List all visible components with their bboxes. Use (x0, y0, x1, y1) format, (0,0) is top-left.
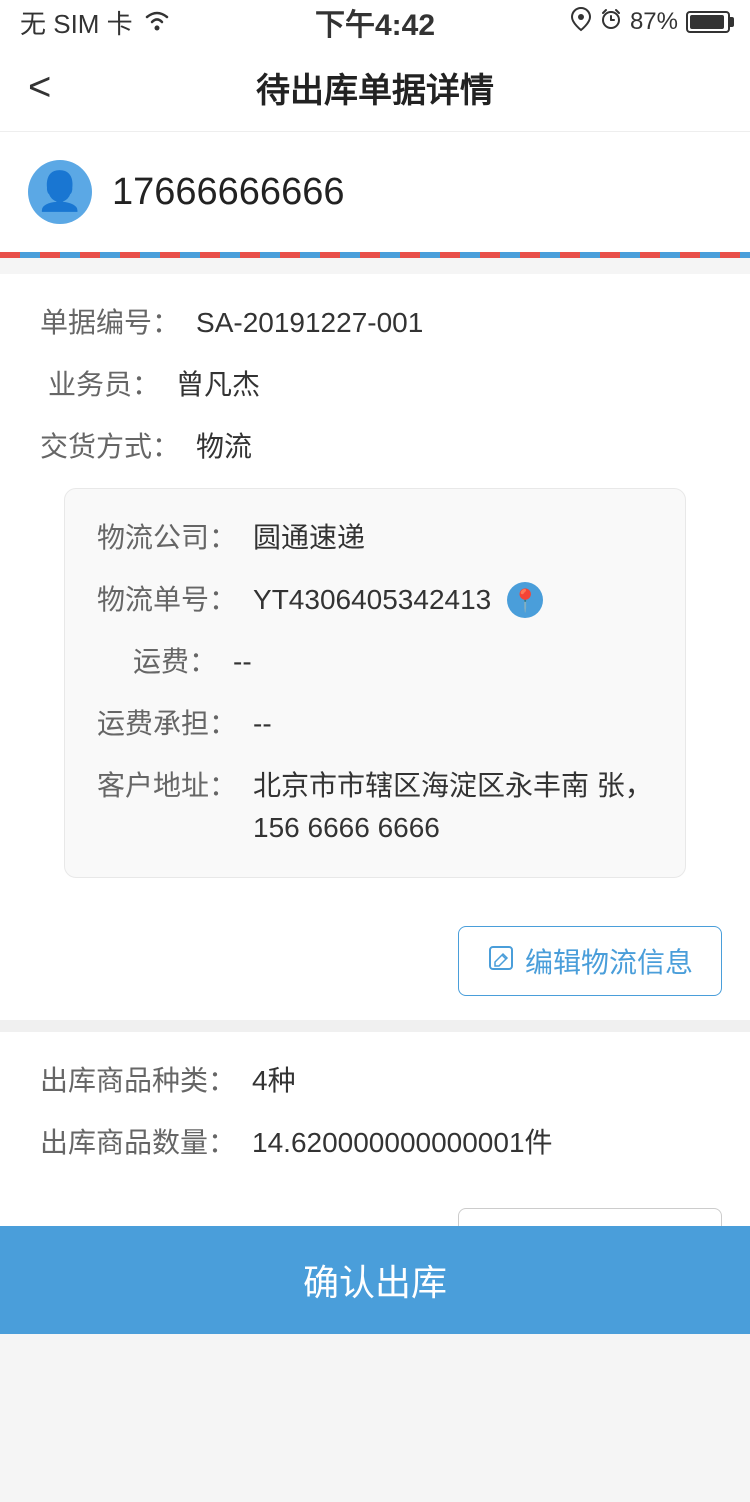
logistics-freight-bearer-label: 运费承担： (97, 703, 237, 745)
location-status-icon (570, 6, 592, 39)
edit-icon (487, 944, 515, 979)
nav-bar: < 待出库单据详情 (0, 44, 750, 132)
salesman-value: 曾凡杰 (176, 364, 710, 406)
goods-types-label: 出库商品种类： (40, 1060, 236, 1102)
delivery-row: 交货方式： 物流 (40, 426, 710, 468)
customer-phone: 17666666666 (112, 171, 344, 214)
logistics-address-label: 客户地址： (97, 765, 237, 807)
dashed-divider (0, 252, 750, 258)
logistics-freight-bearer-value: -- (253, 703, 653, 745)
goods-quantity-label: 出库商品数量： (40, 1122, 236, 1164)
back-button[interactable]: < (28, 65, 51, 110)
goods-quantity-row: 出库商品数量： 14.620000000000001件 (40, 1122, 710, 1164)
logistics-address-row: 客户地址： 北京市市辖区海淀区永丰南 张，156 6666 6666 (97, 765, 653, 849)
document-number-row: 单据编号： SA-20191227-001 (40, 302, 710, 344)
edit-logistics-label: 编辑物流信息 (525, 941, 693, 981)
track-location-icon[interactable]: 📍 (507, 582, 543, 618)
page-title: 待出库单据详情 (256, 63, 494, 112)
delivery-value: 物流 (196, 426, 710, 468)
document-info-section: 单据编号： SA-20191227-001 业务员： 曾凡杰 交货方式： 物流 … (0, 274, 750, 906)
status-bar: 无 SIM 卡 下午4:42 87 (0, 0, 750, 44)
section-divider (0, 1020, 750, 1032)
edit-btn-row: 编辑物流信息 (0, 906, 750, 1020)
logistics-card: 物流公司： 圆通速递 物流单号： YT4306405342413 📍 运费： -… (64, 488, 686, 878)
logistics-freight-bearer-row: 运费承担： -- (97, 703, 653, 745)
logistics-tracking-row: 物流单号： YT4306405342413 📍 (97, 579, 653, 621)
document-number-value: SA-20191227-001 (196, 302, 710, 344)
salesman-label: 业务员： (40, 364, 160, 406)
status-right: 87% (570, 6, 730, 39)
goods-types-row: 出库商品种类： 4种 (40, 1060, 710, 1102)
status-time: 下午4:42 (315, 0, 435, 44)
edit-logistics-button[interactable]: 编辑物流信息 (458, 926, 722, 996)
document-number-label: 单据编号： (40, 302, 180, 344)
status-left: 无 SIM 卡 (20, 4, 171, 41)
delivery-label: 交货方式： (40, 426, 180, 468)
wifi-icon (143, 7, 171, 38)
customer-header: 👤 17666666666 (0, 132, 750, 252)
logistics-address-value: 北京市市辖区海淀区永丰南 张，156 6666 6666 (253, 765, 653, 849)
logistics-company-label: 物流公司： (97, 517, 237, 559)
logistics-freight-label: 运费： (97, 641, 217, 683)
confirm-btn-wrap: 确认出库 (0, 1226, 750, 1334)
goods-types-value: 4种 (252, 1060, 710, 1102)
logistics-tracking-label: 物流单号： (97, 579, 237, 621)
logistics-freight-row: 运费： -- (97, 641, 653, 683)
battery-percentage: 87% (630, 8, 678, 36)
alarm-icon (600, 7, 622, 38)
carrier-text: 无 SIM 卡 (20, 4, 133, 41)
battery-icon (686, 11, 730, 33)
logistics-company-row: 物流公司： 圆通速递 (97, 517, 653, 559)
avatar: 👤 (28, 160, 92, 224)
confirm-outbound-button[interactable]: 确认出库 (0, 1254, 750, 1306)
user-icon: 👤 (36, 170, 83, 214)
logistics-company-value: 圆通速递 (253, 517, 653, 559)
logistics-tracking-value: YT4306405342413 📍 (253, 579, 653, 621)
goods-section: 出库商品种类： 4种 出库商品数量： 14.620000000000001件 (0, 1032, 750, 1192)
salesman-row: 业务员： 曾凡杰 (40, 364, 710, 406)
goods-quantity-value: 14.620000000000001件 (252, 1122, 710, 1164)
logistics-freight-value: -- (233, 641, 653, 683)
